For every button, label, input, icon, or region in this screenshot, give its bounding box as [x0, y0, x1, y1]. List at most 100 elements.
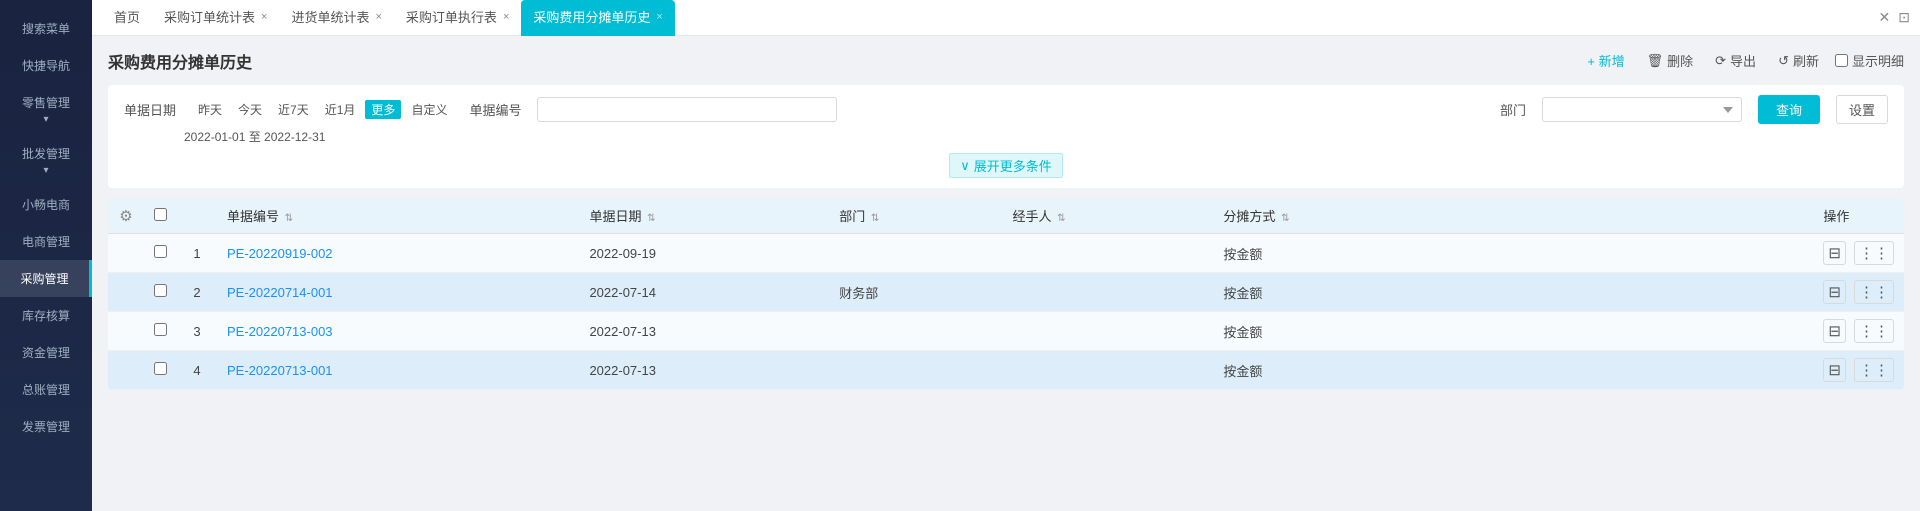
refresh-icon: ↺ [1778, 53, 1789, 69]
sidebar-item-purchase[interactable]: 采购管理 [0, 260, 92, 297]
sidebar-item-quicknav[interactable]: 快捷导航 [0, 47, 92, 84]
table-row: 1PE-20220919-0022022-09-19按金额 ⊟ ⋮⋮ [108, 234, 1904, 273]
row-edit-icon-0[interactable]: ⊟ [1823, 241, 1846, 265]
tab-inbound-stats[interactable]: 进货单统计表 × [279, 0, 393, 36]
query-button[interactable]: 查询 [1758, 95, 1820, 124]
row-dept-1: 财务部 [829, 273, 1002, 312]
column-settings-icon[interactable]: ⚙ [119, 208, 132, 225]
show-cols-checkbox[interactable] [1835, 54, 1848, 67]
row-edit-icon-1[interactable]: ⊟ [1823, 280, 1846, 304]
row-handler-3 [1003, 351, 1214, 390]
expand-conditions-button[interactable]: ∨ 展开更多条件 [949, 153, 1063, 178]
doc-no-link-2[interactable]: PE-20220713-003 [227, 324, 333, 339]
tab-purchase-order-stats[interactable]: 采购订单统计表 × [152, 0, 279, 36]
row-handler-0 [1003, 234, 1214, 273]
col-handler: 经手人 ⇅ [1003, 198, 1214, 234]
add-button[interactable]: + 新增 [1581, 48, 1630, 73]
tab-close-purchase-order-exec[interactable]: × [503, 11, 509, 23]
sort-doc-date-icon[interactable]: ⇅ [647, 213, 655, 224]
table-header: ⚙ 单据编号 ⇅ 单据日期 ⇅ [108, 198, 1904, 234]
row-split-method-1: 按金额 [1213, 273, 1813, 312]
page-title: 采购费用分摊单历史 [108, 49, 252, 73]
row-checkbox-3[interactable] [154, 362, 167, 375]
sidebar-item-label-ledger: 总账管理 [22, 381, 70, 398]
table-row: 2PE-20220714-0012022-07-14财务部按金额 ⊟ ⋮⋮ [108, 273, 1904, 312]
shortcut-today[interactable]: 今天 [232, 100, 268, 119]
row-doc-date-1: 2022-07-14 [579, 273, 829, 312]
sidebar-item-label-search: 搜索菜单 [22, 20, 70, 37]
row-split-method-0: 按金额 [1213, 234, 1813, 273]
tab-purchase-fee-history[interactable]: 采购费用分摊单历史 × [521, 0, 674, 36]
select-all-checkbox[interactable] [154, 208, 167, 221]
tab-purchase-order-exec[interactable]: 采购订单执行表 × [394, 0, 521, 36]
tab-close-inbound-stats[interactable]: × [375, 11, 381, 23]
tab-close-purchase-order-stats[interactable]: × [261, 11, 267, 23]
row-more-icon-3[interactable]: ⋮⋮ [1854, 358, 1894, 382]
shortcut-yesterday[interactable]: 昨天 [192, 100, 228, 119]
sidebar-item-label-smallshop: 小畅电商 [22, 196, 70, 213]
doc-no-input-group [537, 97, 1483, 122]
row-doc-no-2: PE-20220713-003 [217, 312, 579, 351]
row-edit-icon-2[interactable]: ⊟ [1823, 319, 1846, 343]
row-checkbox-cell-3 [144, 351, 177, 390]
row-actions-1: ⊟ ⋮⋮ [1813, 273, 1904, 312]
sidebar-item-search[interactable]: 搜索菜单 [0, 10, 92, 47]
export-button[interactable]: ⟳ 导出 [1709, 48, 1762, 73]
sidebar-item-label-purchase: 采购管理 [20, 270, 68, 287]
row-checkbox-1[interactable] [154, 284, 167, 297]
sort-split-method-icon[interactable]: ⇅ [1281, 213, 1289, 224]
row-handler-1 [1003, 273, 1214, 312]
filter-area: 单据日期 昨天 今天 近7天 近1月 更多 自定义 单据编号 部门 [108, 85, 1904, 188]
sidebar-item-finance[interactable]: 资金管理 [0, 334, 92, 371]
sidebar-item-wholesale[interactable]: 批发管理▾ [0, 135, 92, 186]
sidebar-item-inventory[interactable]: 库存核算 [0, 297, 92, 334]
tab-label-purchase-order-exec: 采购订单执行表 [406, 7, 497, 26]
row-doc-date-3: 2022-07-13 [579, 351, 829, 390]
tab-label-inbound-stats: 进货单统计表 [291, 7, 369, 26]
row-actions-0: ⊟ ⋮⋮ [1813, 234, 1904, 273]
show-cols-checkbox-label[interactable]: 显示明细 [1835, 51, 1904, 70]
row-edit-icon-3[interactable]: ⊟ [1823, 358, 1846, 382]
shortcut-7days[interactable]: 近7天 [272, 100, 315, 119]
sidebar-item-smallshop[interactable]: 小畅电商 [0, 186, 92, 223]
row-doc-no-3: PE-20220713-001 [217, 351, 579, 390]
tab-home[interactable]: 首页 [102, 0, 152, 36]
row-doc-date-2: 2022-07-13 [579, 312, 829, 351]
row-more-icon-1[interactable]: ⋮⋮ [1854, 280, 1894, 304]
tab-label-purchase-fee-history: 采购费用分摊单历史 [533, 7, 650, 26]
dept-select[interactable]: 财务部 [1542, 97, 1742, 122]
sidebar-item-ecommerce[interactable]: 电商管理 [0, 223, 92, 260]
sidebar-item-label-finance: 资金管理 [22, 344, 70, 361]
close-window-icon[interactable]: ✕ [1879, 9, 1891, 26]
row-checkbox-2[interactable] [154, 323, 167, 336]
chevron-down-icon: ▾ [43, 165, 48, 176]
shortcut-more[interactable]: 更多 [365, 100, 401, 119]
row-checkbox-0[interactable] [154, 245, 167, 258]
col-dept: 部门 ⇅ [829, 198, 1002, 234]
doc-no-link-1[interactable]: PE-20220714-001 [227, 285, 333, 300]
row-more-icon-0[interactable]: ⋮⋮ [1854, 241, 1894, 265]
main-area: 首页采购订单统计表 ×进货单统计表 ×采购订单执行表 ×采购费用分摊单历史 × … [92, 0, 1920, 511]
delete-button[interactable]: 🗑 删除 [1641, 48, 1700, 73]
row-more-icon-2[interactable]: ⋮⋮ [1854, 319, 1894, 343]
row-split-method-3: 按金额 [1213, 351, 1813, 390]
sort-doc-no-icon[interactable]: ⇅ [285, 213, 293, 224]
sidebar-item-invoice[interactable]: 发票管理 [0, 408, 92, 445]
sort-dept-icon[interactable]: ⇅ [871, 213, 879, 224]
doc-no-link-3[interactable]: PE-20220713-001 [227, 363, 333, 378]
doc-no-link-0[interactable]: PE-20220919-002 [227, 246, 333, 261]
date-shortcuts: 昨天 今天 近7天 近1月 更多 自定义 [192, 100, 453, 119]
doc-no-input[interactable] [537, 97, 837, 122]
restore-window-icon[interactable]: ⊡ [1898, 9, 1910, 26]
sort-handler-icon[interactable]: ⇅ [1057, 213, 1065, 224]
filter-settings-button[interactable]: 设置 [1836, 95, 1888, 124]
shortcut-1month[interactable]: 近1月 [319, 100, 362, 119]
tab-close-purchase-fee-history[interactable]: × [656, 11, 662, 23]
sidebar-item-ledger[interactable]: 总账管理 [0, 371, 92, 408]
table-row: 3PE-20220713-0032022-07-13按金额 ⊟ ⋮⋮ [108, 312, 1904, 351]
shortcut-custom[interactable]: 自定义 [405, 100, 453, 119]
sidebar-item-retail[interactable]: 零售管理▾ [0, 84, 92, 135]
refresh-button[interactable]: ↺ 刷新 [1772, 48, 1825, 73]
col-split-method: 分摊方式 ⇅ [1213, 198, 1813, 234]
row-dept-2 [829, 312, 1002, 351]
